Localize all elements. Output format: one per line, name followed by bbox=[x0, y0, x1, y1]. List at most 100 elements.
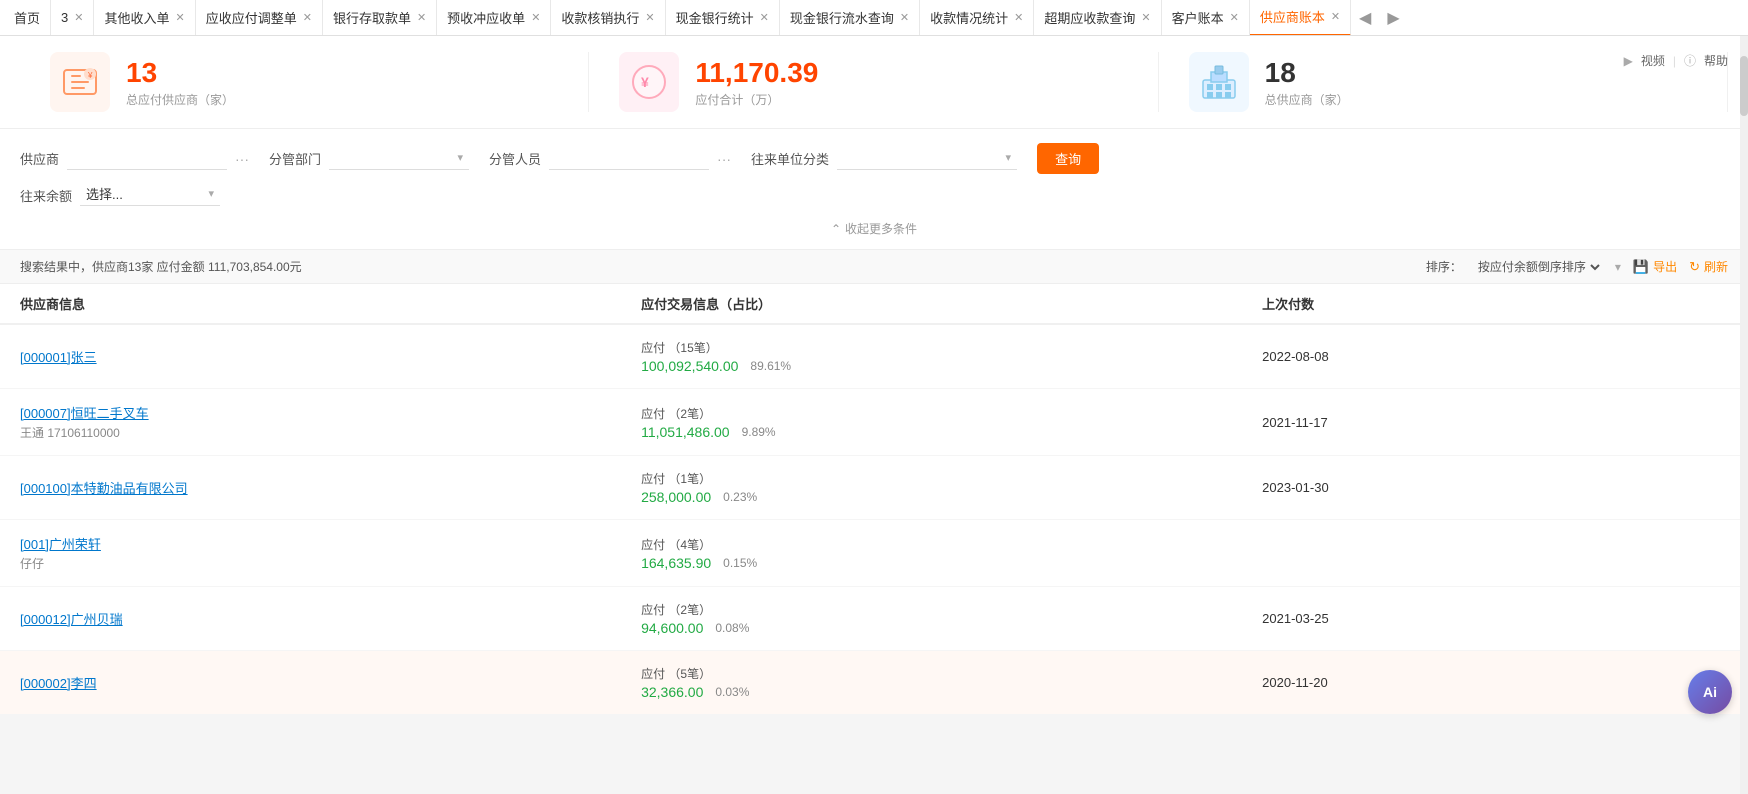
dept-select[interactable] bbox=[329, 148, 469, 170]
export-button[interactable]: 💾 导出 bbox=[1633, 258, 1677, 275]
payable-amount-label: 应付合计（万） bbox=[695, 91, 818, 108]
tx-amount: 32,366.00 bbox=[641, 684, 703, 700]
data-table: 供应商信息 应付交易信息（占比） 上次付数 [000001]张三 应付 （15笔）… bbox=[0, 284, 1748, 715]
nav-tab-customer-book[interactable]: 客户账本 ✕ bbox=[1162, 0, 1250, 36]
close-tab-supplier-book[interactable]: ✕ bbox=[1331, 10, 1340, 23]
tx-cell: 应付 （2笔）94,600.000.08% bbox=[641, 601, 1262, 636]
payable-suppliers-icon: ¥ bbox=[50, 52, 110, 112]
export-icon: 💾 bbox=[1633, 259, 1649, 275]
close-tab-other-income[interactable]: ✕ bbox=[175, 11, 184, 24]
nav-next-arrow[interactable]: ▶ bbox=[1379, 8, 1407, 28]
stat-payable-amount-content: 11,170.39 应付合计（万） bbox=[695, 56, 818, 109]
supplier-cell: [000002]李四 bbox=[20, 673, 641, 692]
nav-tab-supplier-book[interactable]: 供应商账本 ✕ bbox=[1250, 0, 1351, 36]
nav-tab-bank-deposit[interactable]: 银行存取款单 ✕ bbox=[323, 0, 437, 36]
nav-tab-home[interactable]: 首页 bbox=[4, 0, 51, 36]
close-tab-collect-stat[interactable]: ✕ bbox=[1014, 11, 1023, 24]
tx-cell: 应付 （1笔）258,000.000.23% bbox=[641, 470, 1262, 505]
category-select[interactable] bbox=[837, 148, 1017, 170]
tx-cell: 应付 （5笔） 32,366.00 0.03% bbox=[641, 665, 1262, 700]
collapse-filter-button[interactable]: ⌃ 收起更多条件 bbox=[20, 216, 1728, 241]
tx-amount-row: 94,600.000.08% bbox=[641, 620, 1262, 636]
last-pay-date: 2020-11-20 bbox=[1262, 675, 1728, 690]
video-icon: ▶ bbox=[1624, 54, 1633, 68]
dept-label: 分管部门 bbox=[269, 149, 321, 168]
help-link[interactable]: 帮助 bbox=[1704, 52, 1728, 69]
close-tab-3[interactable]: ✕ bbox=[74, 11, 83, 24]
payable-amount-number: 11,170.39 bbox=[695, 56, 818, 90]
supplier-more-icon[interactable]: ··· bbox=[235, 151, 249, 167]
export-label: 导出 bbox=[1653, 258, 1677, 275]
help-icon: ⓘ bbox=[1684, 52, 1696, 69]
supplier-cell: [000001]张三 bbox=[20, 347, 641, 366]
sort-label: 排序： bbox=[1426, 258, 1462, 275]
tx-cell: 应付 （15笔）100,092,540.0089.61% bbox=[641, 339, 1262, 374]
filter-person: 分管人员 ··· bbox=[489, 148, 731, 170]
supplier-link[interactable]: [000007]恒旺二手叉车 bbox=[20, 406, 149, 421]
close-tab-customer-book[interactable]: ✕ bbox=[1230, 11, 1239, 24]
supplier-link[interactable]: [000002]李四 bbox=[20, 676, 97, 691]
supplier-link[interactable]: [001]广州荣轩 bbox=[20, 537, 101, 552]
tx-pct: 0.03% bbox=[715, 685, 749, 699]
nav-tab-payment-verify[interactable]: 收款核销执行 ✕ bbox=[551, 0, 665, 36]
top-nav: 首页 3 ✕ 其他收入单 ✕ 应收应付调整单 ✕ 银行存取款单 ✕ 预收冲应收单… bbox=[0, 0, 1748, 36]
refresh-label: 刷新 bbox=[1704, 258, 1728, 275]
nav-tab-other-income[interactable]: 其他收入单 ✕ bbox=[94, 0, 195, 36]
balance-select-wrap: 选择... bbox=[80, 184, 220, 206]
close-tab-payment-verify[interactable]: ✕ bbox=[645, 11, 654, 24]
balance-label: 往来余额 bbox=[20, 186, 72, 205]
category-label: 往来单位分类 bbox=[751, 149, 829, 168]
close-tab-ar-ap-adjust[interactable]: ✕ bbox=[303, 11, 312, 24]
tx-amount: 100,092,540.00 bbox=[641, 358, 738, 374]
nav-tab-cash-bank-stat[interactable]: 现金银行统计 ✕ bbox=[666, 0, 780, 36]
total-suppliers-label: 总供应商（家） bbox=[1265, 91, 1349, 108]
dept-select-wrap bbox=[329, 148, 469, 170]
nav-tab-pre-collect[interactable]: 预收冲应收单 ✕ bbox=[437, 0, 551, 36]
table-header: 供应商信息 应付交易信息（占比） 上次付数 bbox=[0, 284, 1748, 325]
nav-tab-ar-ap-adjust[interactable]: 应收应付调整单 ✕ bbox=[196, 0, 323, 36]
close-tab-pre-collect[interactable]: ✕ bbox=[531, 11, 540, 24]
nav-tab-collect-stat[interactable]: 收款情况统计 ✕ bbox=[920, 0, 1034, 36]
stat-payable-suppliers: ¥ 13 总应付供应商（家） bbox=[20, 52, 589, 112]
last-pay-date: 2021-03-25 bbox=[1262, 611, 1728, 626]
nav-tab-cash-flow[interactable]: 现金银行流水查询 ✕ bbox=[780, 0, 920, 36]
refresh-button[interactable]: ↻ 刷新 bbox=[1689, 258, 1728, 275]
nav-tab-overdue-ar[interactable]: 超期应收款查询 ✕ bbox=[1034, 0, 1161, 36]
tx-amount: 164,635.90 bbox=[641, 555, 711, 571]
last-pay-date: 2023-01-30 bbox=[1262, 480, 1728, 495]
sort-select[interactable]: 按应付余额倒序排序 bbox=[1474, 259, 1603, 275]
ai-button[interactable]: Ai bbox=[1688, 670, 1732, 714]
tx-pct: 0.08% bbox=[715, 621, 749, 635]
tx-label: 应付 （15笔） bbox=[641, 339, 1262, 356]
balance-select[interactable]: 选择... bbox=[80, 184, 220, 206]
close-tab-cash-bank-stat[interactable]: ✕ bbox=[760, 11, 769, 24]
search-button[interactable]: 查询 bbox=[1037, 143, 1099, 174]
filter-area: 供应商 ··· 分管部门 分管人员 ··· 往来单位分类 bbox=[0, 129, 1748, 250]
close-tab-cash-flow[interactable]: ✕ bbox=[900, 11, 909, 24]
close-tab-bank-deposit[interactable]: ✕ bbox=[417, 11, 426, 24]
supplier-link[interactable]: [000100]本特勤油品有限公司 bbox=[20, 481, 188, 496]
scrollbar-thumb[interactable] bbox=[1740, 56, 1748, 116]
video-link[interactable]: 视频 bbox=[1641, 52, 1665, 69]
nav-prev-arrow[interactable]: ◀ bbox=[1351, 8, 1379, 28]
total-suppliers-number: 18 bbox=[1265, 56, 1349, 90]
tx-label: 应付 （5笔） bbox=[641, 665, 1262, 682]
supplier-cell: [000012]广州贝瑞 bbox=[20, 609, 641, 628]
table-row: [000001]张三应付 （15笔）100,092,540.0089.61%20… bbox=[0, 325, 1748, 389]
person-more-icon[interactable]: ··· bbox=[717, 151, 731, 167]
results-summary: 搜索结果中，供应商13家 应付金额 111,703,854.00元 bbox=[20, 258, 302, 275]
col-header-lastpay: 上次付数 bbox=[1262, 294, 1728, 313]
nav-tab-3[interactable]: 3 ✕ bbox=[51, 0, 94, 36]
filter-dept: 分管部门 bbox=[269, 148, 469, 170]
person-input[interactable] bbox=[549, 148, 709, 170]
svg-text:¥: ¥ bbox=[87, 71, 93, 80]
collapse-label: 收起更多条件 bbox=[845, 220, 917, 237]
col-header-supplier: 供应商信息 bbox=[20, 294, 641, 313]
close-tab-overdue-ar[interactable]: ✕ bbox=[1141, 11, 1150, 24]
supplier-link[interactable]: [000001]张三 bbox=[20, 350, 97, 365]
table-row: [000100]本特勤油品有限公司 应付 （1笔）258,000.000.23%2… bbox=[0, 456, 1748, 520]
scrollbar-track[interactable] bbox=[1740, 36, 1748, 794]
supplier-link[interactable]: [000012]广州贝瑞 bbox=[20, 612, 123, 627]
filter-row-2: 往来余额 选择... bbox=[20, 184, 1728, 206]
supplier-input[interactable] bbox=[67, 148, 227, 170]
